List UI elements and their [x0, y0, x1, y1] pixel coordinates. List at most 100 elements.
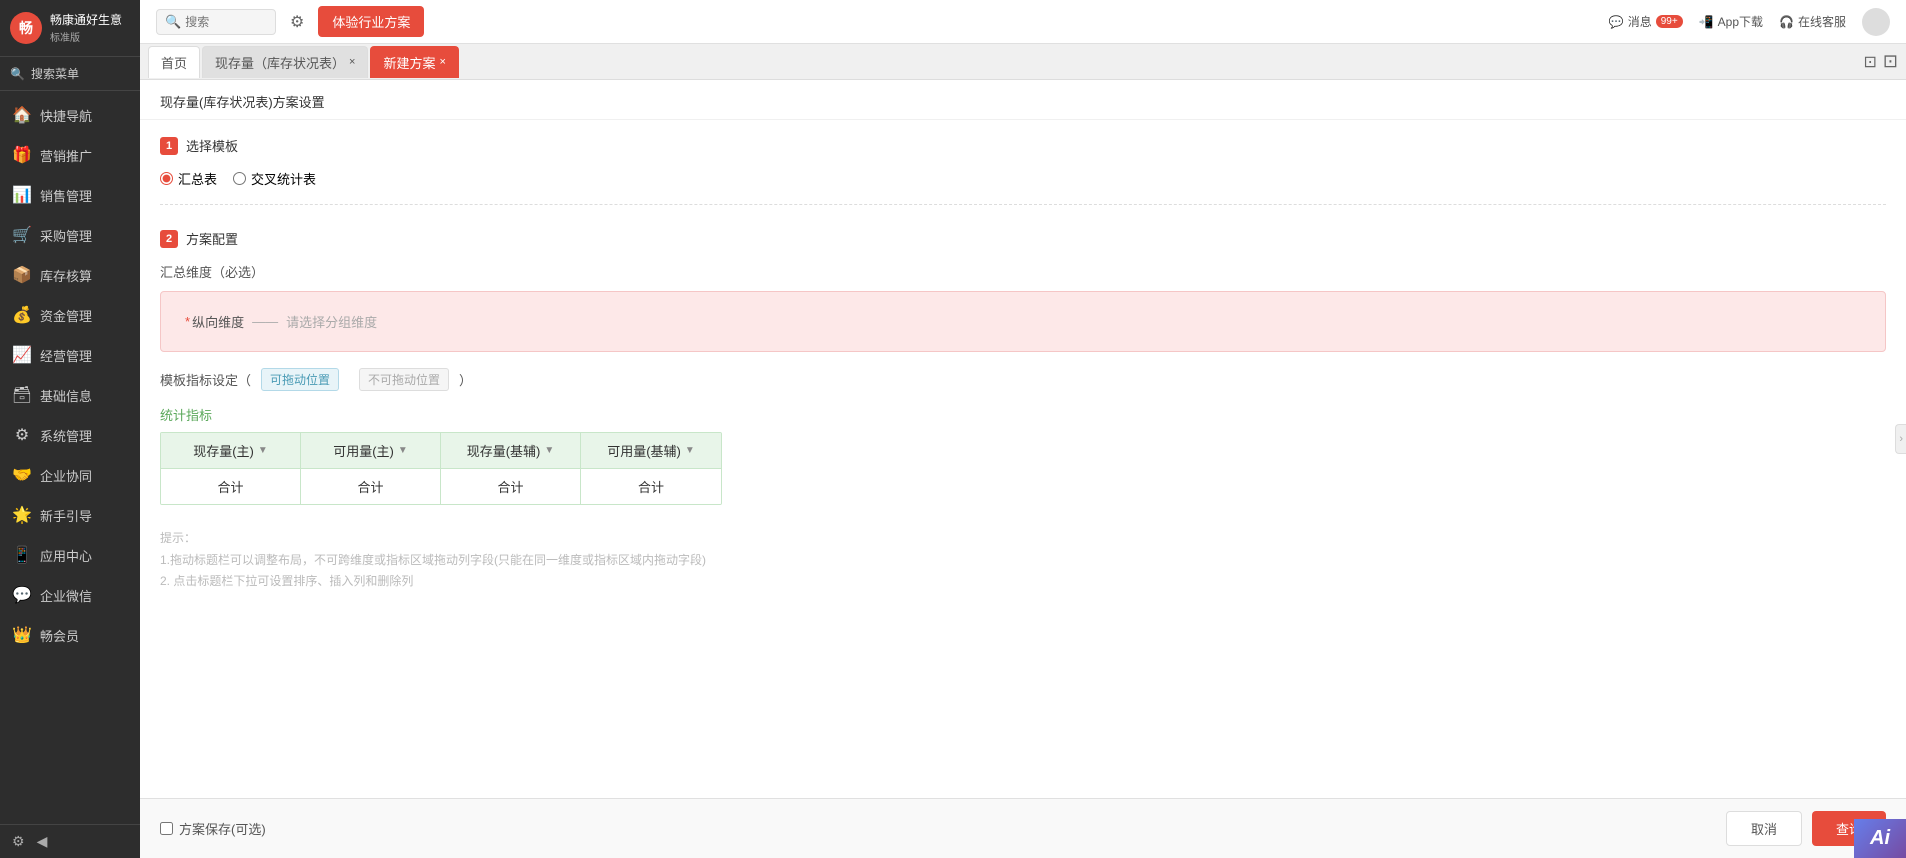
download-icon: 📲: [1699, 15, 1714, 29]
search-icon: 🔍: [10, 67, 25, 81]
sidebar-item-operations[interactable]: 📈 经营管理: [0, 335, 140, 375]
sidebar-footer: ⚙ ◀: [0, 824, 140, 858]
dimension-name: 纵向维度: [192, 312, 244, 331]
sidebar-item-basic-info[interactable]: 🗃 基础信息: [0, 375, 140, 415]
sidebar-item-label: 新手引导: [40, 506, 92, 525]
cancel-button[interactable]: 取消: [1726, 811, 1802, 846]
app-version: 标准版: [50, 29, 122, 44]
basic-info-icon: 🗃: [12, 385, 32, 405]
dimension-placeholder: 请选择分组维度: [286, 312, 377, 331]
message-badge: 99+: [1656, 15, 1683, 28]
stats-table: 现存量(主) ▼ 可用量(主) ▼ 现存量(基辅) ▼ 可用量(基辅) ▼: [160, 432, 722, 505]
stats-col-4-header[interactable]: 可用量(基辅) ▼: [581, 433, 721, 468]
topbar-search-box[interactable]: 🔍: [156, 9, 276, 35]
template-radio-group: 汇总表 交叉统计表: [160, 169, 1886, 188]
dimension-box[interactable]: * 纵向维度 —— 请选择分组维度: [160, 291, 1886, 352]
tab-home[interactable]: 首页: [148, 46, 200, 78]
sidebar-item-inventory[interactable]: 📦 库存核算: [0, 255, 140, 295]
sidebar-item-sales[interactable]: 📊 销售管理: [0, 175, 140, 215]
sidebar-item-label: 企业微信: [40, 586, 92, 605]
newbie-icon: 🌟: [12, 505, 32, 525]
tabs-expand-icon[interactable]: ⊡: [1864, 52, 1877, 72]
stats-table-body: 合计 合计 合计 合计: [161, 468, 721, 504]
sidebar-nav: 🏠 快捷导航 🎁 营销推广 📊 销售管理 🛒 采购管理 📦 库存核算 💰 资金管…: [0, 91, 140, 824]
sidebar-item-label: 应用中心: [40, 546, 92, 565]
tip-1: 1.拖动标题栏可以调整布局，不可跨维度或指标区域拖动列字段(只能在同一维度或指标…: [160, 550, 1886, 572]
online-support-item[interactable]: 🎧 在线客服: [1779, 13, 1846, 30]
sidebar: 畅 畅康通好生意 标准版 🔍 搜索菜单 🏠 快捷导航 🎁 营销推广 📊 销售管理…: [0, 0, 140, 858]
stats-col-4-label: 可用量(基辅): [607, 441, 681, 460]
sidebar-item-app-center[interactable]: 📱 应用中心: [0, 535, 140, 575]
topbar-search-icon: 🔍: [165, 14, 181, 30]
tab-new-scheme[interactable]: 新建方案 ×: [370, 46, 458, 78]
side-collapse-button[interactable]: ›: [1895, 424, 1906, 454]
app-download-label: App下载: [1718, 13, 1763, 30]
stats-col-2-chevron: ▼: [398, 445, 408, 456]
stats-section: 统计指标 现存量(主) ▼ 可用量(主) ▼ 现存量(基辅) ▼: [140, 405, 1906, 518]
radio-summary-input[interactable]: [160, 172, 173, 185]
sidebar-search-label: 搜索菜单: [31, 65, 79, 82]
message-item[interactable]: 💬 消息 99+: [1609, 13, 1683, 30]
sidebar-item-wechat[interactable]: 💬 企业微信: [0, 575, 140, 615]
message-icon: 💬: [1609, 15, 1624, 29]
stats-col-1-header[interactable]: 现存量(主) ▼: [161, 433, 301, 468]
user-avatar[interactable]: [1862, 8, 1890, 36]
app-logo: 畅 畅康通好生意 标准版: [0, 0, 140, 57]
sidebar-item-purchase[interactable]: 🛒 采购管理: [0, 215, 140, 255]
sidebar-item-label: 畅会员: [40, 626, 79, 645]
section1-title: 选择模板: [186, 136, 238, 155]
radio-cross[interactable]: 交叉统计表: [233, 169, 316, 188]
sidebar-collapse-icon[interactable]: ◀: [37, 833, 48, 850]
topbar: 🔍 ⚙ 体验行业方案 💬 消息 99+ 📲 App下载 🎧 在线客服: [140, 0, 1906, 44]
tab-inventory-label: 现存量（库存状况表）: [215, 53, 345, 72]
tab-inventory[interactable]: 现存量（库存状况表） ×: [202, 46, 368, 78]
tab-inventory-close[interactable]: ×: [349, 56, 355, 68]
stats-col-1-chevron: ▼: [258, 445, 268, 456]
content-area: 现存量(库存状况表)方案设置 1 选择模板 汇总表 交叉统计表: [140, 80, 1906, 798]
sales-icon: 📊: [12, 185, 32, 205]
topbar-gear-icon[interactable]: ⚙: [286, 8, 308, 36]
sidebar-item-finance[interactable]: 💰 资金管理: [0, 295, 140, 335]
section2-num: 2: [160, 230, 178, 248]
save-checkbox[interactable]: [160, 822, 173, 835]
sidebar-item-label: 基础信息: [40, 386, 92, 405]
sidebar-item-enterprise[interactable]: 🤝 企业协同: [0, 455, 140, 495]
sidebar-item-marketing[interactable]: 🎁 营销推广: [0, 135, 140, 175]
sidebar-item-label: 销售管理: [40, 186, 92, 205]
section1-label: 1 选择模板: [160, 136, 1886, 155]
divider-1: [160, 204, 1886, 205]
sidebar-item-label: 资金管理: [40, 306, 92, 325]
app-center-icon: 📱: [12, 545, 32, 565]
sidebar-item-label: 营销推广: [40, 146, 92, 165]
tips-label: 提示：: [160, 528, 1886, 550]
sidebar-item-label: 系统管理: [40, 426, 92, 445]
stats-col-4-summary: 合计: [581, 469, 721, 504]
radio-cross-input[interactable]: [233, 172, 246, 185]
stats-col-3-chevron: ▼: [544, 445, 554, 456]
app-download-item[interactable]: 📲 App下载: [1699, 13, 1763, 30]
draggable-tag: 可拖动位置: [261, 368, 339, 391]
sidebar-search[interactable]: 🔍 搜索菜单: [0, 57, 140, 91]
radio-summary-label: 汇总表: [178, 169, 217, 188]
template-setting-label: 模板指标设定（: [160, 370, 251, 389]
tab-new-scheme-close[interactable]: ×: [439, 56, 445, 68]
stats-col-3-header[interactable]: 现存量(基辅) ▼: [441, 433, 581, 468]
trial-industry-button[interactable]: 体验行业方案: [318, 6, 424, 37]
sidebar-item-home[interactable]: 🏠 快捷导航: [0, 95, 140, 135]
stats-table-header: 现存量(主) ▼ 可用量(主) ▼ 现存量(基辅) ▼ 可用量(基辅) ▼: [161, 433, 721, 468]
sidebar-item-system[interactable]: ⚙ 系统管理: [0, 415, 140, 455]
sidebar-settings-icon[interactable]: ⚙: [12, 833, 25, 850]
topbar-search-input[interactable]: [185, 15, 265, 29]
bottom-bar: 方案保存(可选) 取消 查询: [140, 798, 1906, 858]
sidebar-item-label: 快捷导航: [40, 106, 92, 125]
radio-summary[interactable]: 汇总表: [160, 169, 217, 188]
section1-num: 1: [160, 137, 178, 155]
marketing-icon: 🎁: [12, 145, 32, 165]
stats-col-3-label: 现存量(基辅): [467, 441, 541, 460]
save-option[interactable]: 方案保存(可选): [160, 819, 266, 838]
stats-col-2-header[interactable]: 可用量(主) ▼: [301, 433, 441, 468]
sidebar-item-member[interactable]: 👑 畅会员: [0, 615, 140, 655]
tabs-fullscreen-icon[interactable]: ⊡: [1883, 51, 1898, 72]
sidebar-item-newbie[interactable]: 🌟 新手引导: [0, 495, 140, 535]
save-option-label: 方案保存(可选): [179, 819, 266, 838]
